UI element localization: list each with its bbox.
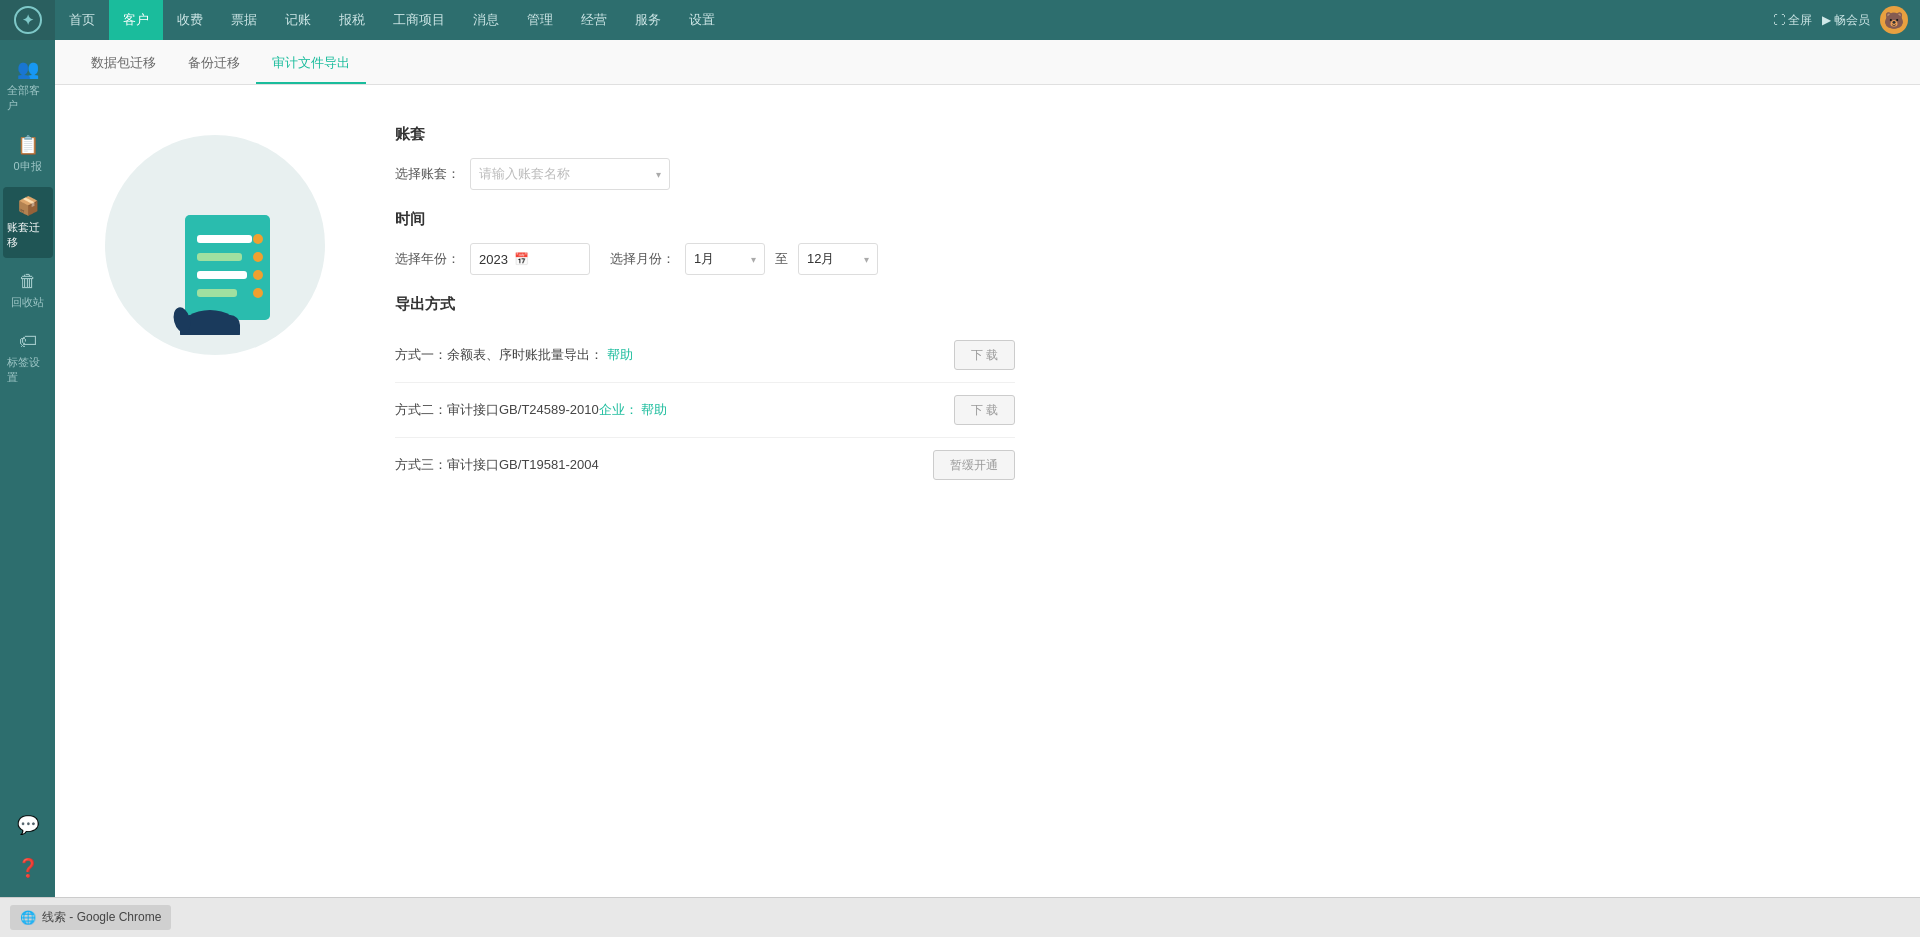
- member-button[interactable]: ▶ 畅会员: [1822, 12, 1870, 29]
- svg-point-6: [253, 234, 263, 244]
- nav-service[interactable]: 服务: [621, 0, 675, 40]
- account-section-title: 账套: [395, 125, 1015, 144]
- export-section-title: 导出方式: [395, 295, 1015, 314]
- nav-manage[interactable]: 管理: [513, 0, 567, 40]
- export-method-2-download-button[interactable]: 下 载: [954, 395, 1015, 425]
- export-method-2-label: 方式二：审计接口GB/T24589-2010: [395, 402, 599, 417]
- svg-rect-4: [197, 271, 247, 279]
- recycle-icon: 🗑: [19, 271, 37, 292]
- export-method-3: 方式三：审计接口GB/T19581-2004 暂缓开通: [395, 438, 1015, 492]
- nav-customer[interactable]: 客户: [109, 0, 163, 40]
- chevron-down-icon: ▾: [656, 169, 661, 180]
- account-row: 选择账套： 请输入账套名称 ▾: [395, 158, 1015, 190]
- help-icon: ❓: [17, 857, 39, 879]
- svg-point-8: [253, 270, 263, 280]
- logo-icon: ✦: [14, 6, 42, 34]
- year-label: 选择年份：: [395, 250, 460, 268]
- nav-fee[interactable]: 收费: [163, 0, 217, 40]
- nav-business[interactable]: 工商项目: [379, 0, 459, 40]
- tab-audit-export[interactable]: 审计文件导出: [256, 44, 366, 84]
- export-method-3-open-button[interactable]: 暂缓开通: [933, 450, 1015, 480]
- account-select[interactable]: 请输入账套名称 ▾: [470, 158, 670, 190]
- sidebar-help-button[interactable]: ❓: [3, 849, 53, 887]
- app-logo: ✦: [0, 0, 55, 40]
- content-area: 数据包迁移 备份迁移 审计文件导出: [55, 40, 1920, 897]
- taskbar-chrome-label: 线索 - Google Chrome: [42, 909, 161, 926]
- month-start-select[interactable]: 1月 ▾: [685, 243, 765, 275]
- export-method-1-label: 方式一：余额表、序时账批量导出：: [395, 347, 603, 362]
- illustration-circle: [105, 135, 325, 355]
- time-separator: 至: [775, 250, 788, 268]
- tab-backup-migration[interactable]: 备份迁移: [172, 44, 256, 84]
- month-start-chevron-icon: ▾: [751, 254, 756, 265]
- year-input[interactable]: 2023 📅: [470, 243, 590, 275]
- export-method-2: 方式二：审计接口GB/T24589-2010企业： 帮助 下 载: [395, 383, 1015, 438]
- fullscreen-icon: ⛶: [1773, 13, 1785, 27]
- illustration-svg: [135, 155, 295, 335]
- member-icon: ▶: [1822, 13, 1831, 27]
- month-label: 选择月份：: [610, 250, 675, 268]
- form-area: 账套 选择账套： 请输入账套名称 ▾ 时间 选择年份： 2023 📅: [355, 115, 1055, 867]
- sidebar-item-zero-declare[interactable]: 📋 0申报: [3, 126, 53, 182]
- main-layout: 👥 全部客户 📋 0申报 📦 账套迁移 🗑 回收站 🏷 标签设置 💬 ❓: [0, 40, 1920, 897]
- export-method-2-company-label: 企业：: [599, 402, 638, 417]
- page-content: 账套 选择账套： 请输入账套名称 ▾ 时间 选择年份： 2023 📅: [55, 85, 1920, 897]
- top-navigation: ✦ 首页 客户 收费 票据 记账 报税 工商项目 消息 管理 经营 服务 设置 …: [0, 0, 1920, 40]
- sidebar: 👥 全部客户 📋 0申报 📦 账套迁移 🗑 回收站 🏷 标签设置 💬 ❓: [0, 40, 55, 897]
- account-migrate-icon: 📦: [17, 195, 39, 217]
- export-method-1: 方式一：余额表、序时账批量导出： 帮助 下 载: [395, 328, 1015, 383]
- sidebar-item-account-migrate[interactable]: 📦 账套迁移: [3, 187, 53, 258]
- calendar-icon: 📅: [514, 252, 529, 266]
- export-method-1-help-link[interactable]: 帮助: [607, 347, 633, 362]
- sidebar-chat-button[interactable]: 💬: [3, 806, 53, 844]
- taskbar: 🌐 线索 - Google Chrome: [0, 897, 1920, 937]
- tabs-bar: 数据包迁移 备份迁移 审计文件导出: [55, 40, 1920, 85]
- chrome-icon: 🌐: [20, 910, 36, 925]
- svg-rect-1: [185, 215, 270, 320]
- user-avatar[interactable]: 🐻: [1880, 6, 1908, 34]
- account-label: 选择账套：: [395, 165, 460, 183]
- nav-message[interactable]: 消息: [459, 0, 513, 40]
- svg-point-9: [253, 288, 263, 298]
- month-start-value: 1月: [694, 250, 714, 268]
- month-end-select[interactable]: 12月 ▾: [798, 243, 878, 275]
- nav-menu: 首页 客户 收费 票据 记账 报税 工商项目 消息 管理 经营 服务 设置: [55, 0, 1773, 40]
- nav-invoice[interactable]: 票据: [217, 0, 271, 40]
- nav-right-area: ⛶ 全屏 ▶ 畅会员 🐻: [1773, 6, 1920, 34]
- all-customers-icon: 👥: [17, 58, 39, 80]
- time-section-title: 时间: [395, 210, 1015, 229]
- illustration-area: [75, 115, 355, 867]
- year-value: 2023: [479, 252, 508, 267]
- export-method-3-label: 方式三：审计接口GB/T19581-2004: [395, 457, 599, 472]
- nav-operation[interactable]: 经营: [567, 0, 621, 40]
- sidebar-bottom: 💬 ❓: [3, 806, 53, 897]
- tab-data-migration[interactable]: 数据包迁移: [75, 44, 172, 84]
- svg-rect-3: [197, 253, 242, 261]
- time-row: 选择年份： 2023 📅 选择月份： 1月 ▾ 至 12月 ▾: [395, 243, 1015, 275]
- month-end-chevron-icon: ▾: [864, 254, 869, 265]
- chat-icon: 💬: [17, 814, 39, 836]
- nav-settings[interactable]: 设置: [675, 0, 729, 40]
- svg-point-7: [253, 252, 263, 262]
- nav-bookkeeping[interactable]: 记账: [271, 0, 325, 40]
- export-method-1-download-button[interactable]: 下 载: [954, 340, 1015, 370]
- svg-rect-2: [197, 235, 252, 243]
- export-method-2-help-link[interactable]: 帮助: [641, 402, 667, 417]
- nav-tax[interactable]: 报税: [325, 0, 379, 40]
- sidebar-item-tag-settings[interactable]: 🏷 标签设置: [3, 323, 53, 393]
- export-method-3-text: 方式三：审计接口GB/T19581-2004: [395, 456, 599, 474]
- sidebar-item-all-customers[interactable]: 👥 全部客户: [3, 50, 53, 121]
- sidebar-item-recycle[interactable]: 🗑 回收站: [3, 263, 53, 318]
- zero-declare-icon: 📋: [17, 134, 39, 156]
- month-end-value: 12月: [807, 250, 834, 268]
- export-method-1-text: 方式一：余额表、序时账批量导出： 帮助: [395, 346, 633, 364]
- taskbar-chrome-item[interactable]: 🌐 线索 - Google Chrome: [10, 905, 171, 930]
- nav-home[interactable]: 首页: [55, 0, 109, 40]
- svg-rect-5: [197, 289, 237, 297]
- export-method-2-text: 方式二：审计接口GB/T24589-2010企业： 帮助: [395, 401, 667, 419]
- fullscreen-button[interactable]: ⛶ 全屏: [1773, 12, 1812, 29]
- tag-settings-icon: 🏷: [19, 331, 37, 352]
- account-placeholder: 请输入账套名称: [479, 165, 570, 183]
